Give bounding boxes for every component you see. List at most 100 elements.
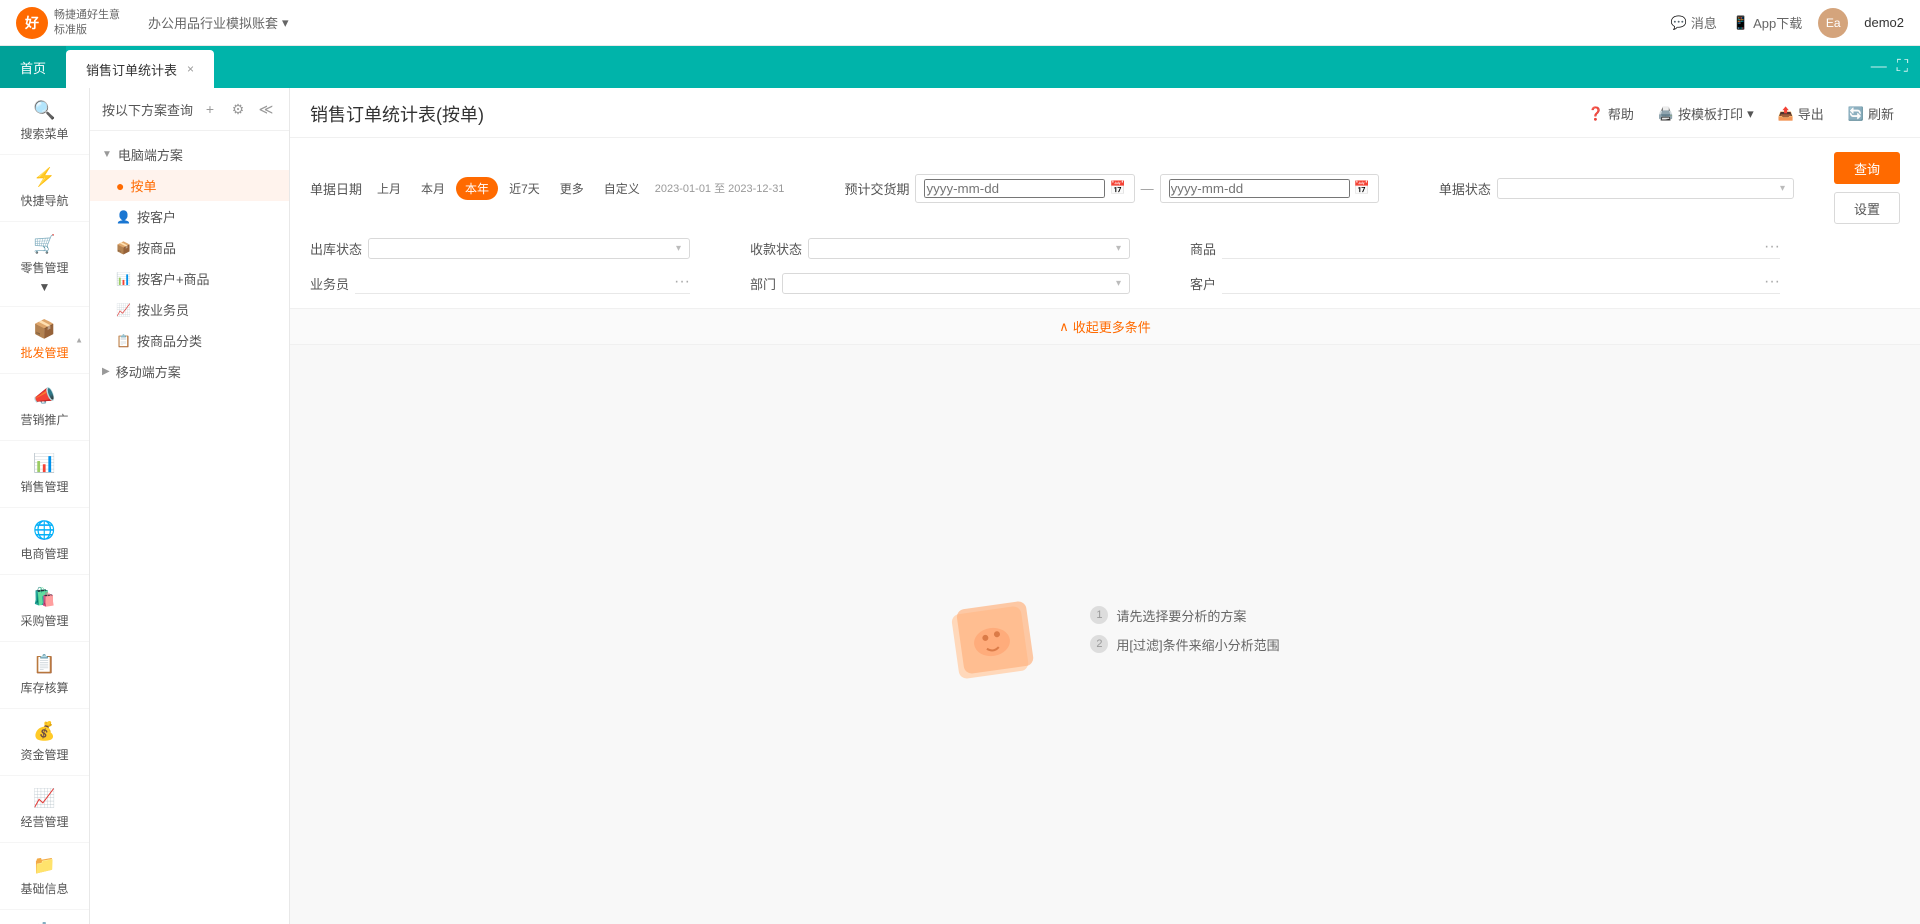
scheme-item-label: 按单 bbox=[130, 176, 156, 195]
scheme-item-by-order[interactable]: ● 按单 bbox=[90, 170, 289, 201]
scheme-item-by-salesperson[interactable]: 📈 按业务员 bbox=[90, 294, 289, 325]
sidebar-item-system[interactable]: ⚙️ 系统管理 bbox=[0, 910, 89, 924]
scheme-item-label: 按客户 bbox=[137, 207, 176, 226]
inventory-icon: 📋 bbox=[33, 654, 55, 675]
calendar-end-icon: 📅 bbox=[1354, 180, 1370, 196]
dept-select[interactable]: ▾ bbox=[782, 273, 1130, 294]
content-area: 按以下方案查询 + ⚙ ≪ ▼ 电脑端方案 ● 按单 bbox=[90, 88, 1920, 924]
empty-hint-1: 1 请先选择要分析的方案 bbox=[1090, 606, 1279, 625]
date-range-display: 2023-01-01 至 2023-12-31 bbox=[655, 180, 785, 196]
refresh-button[interactable]: 🔄 刷新 bbox=[1842, 100, 1900, 127]
export-button[interactable]: 📤 导出 bbox=[1772, 100, 1830, 127]
tab-minimize-icon[interactable]: — bbox=[1871, 58, 1887, 76]
sidebar-item-base-info[interactable]: 📁 基础信息 bbox=[0, 843, 89, 910]
sidebar-item-finance[interactable]: 💰 资金管理 bbox=[0, 709, 89, 776]
date-end-input[interactable] bbox=[1169, 179, 1350, 198]
scheme-item-by-category[interactable]: 📋 按商品分类 bbox=[90, 325, 289, 356]
scheme-group-mobile: ▶ 移动端方案 bbox=[90, 356, 289, 387]
left-panel-header-actions: + ⚙ ≪ bbox=[199, 98, 277, 120]
current-year-btn[interactable]: 本年 bbox=[456, 177, 498, 200]
bill-date-group: 单据日期 上月 本月 本年 近7天 更多 自定义 2023-01-01 至 20… bbox=[310, 177, 784, 200]
sidebar-item-search-menu[interactable]: 🔍 搜索菜单 bbox=[0, 88, 89, 155]
help-button[interactable]: ❓ 帮助 bbox=[1582, 100, 1640, 127]
more-btn[interactable]: 更多 bbox=[551, 177, 593, 200]
by-order-icon: ● bbox=[116, 178, 124, 194]
data-area: 1 请先选择要分析的方案 2 用[过滤]条件来缩小分析范围 bbox=[290, 345, 1920, 924]
sidebar-item-retail[interactable]: 🛒 零售管理 bbox=[0, 222, 89, 307]
logo-text: 畅捷通好生意 标准版 bbox=[54, 8, 120, 37]
logo-symbol: 好 bbox=[25, 13, 39, 33]
user-name[interactable]: demo2 bbox=[1864, 15, 1904, 30]
date-dash: — bbox=[1141, 181, 1154, 196]
sidebar-item-marketing[interactable]: 📣 营销推广 bbox=[0, 374, 89, 441]
out-status-arrow-icon: ▾ bbox=[676, 243, 681, 254]
customer-more-icon[interactable]: ··· bbox=[1764, 273, 1780, 291]
by-product-icon: 📦 bbox=[116, 241, 131, 255]
query-buttons-group: 查询 设置 bbox=[1834, 152, 1900, 224]
refresh-icon: 🔄 bbox=[1848, 106, 1864, 122]
dept-group: 部门 ▾ bbox=[750, 273, 1130, 294]
tab-bar-actions: — ⛶ bbox=[1871, 58, 1920, 76]
by-customer-icon: 👤 bbox=[116, 210, 131, 224]
last7days-btn[interactable]: 近7天 bbox=[500, 177, 549, 200]
scheme-collapse-button[interactable]: ≪ bbox=[255, 98, 277, 120]
date-start-input[interactable] bbox=[924, 179, 1105, 198]
scheme-group-pc: ▼ 电脑端方案 ● 按单 👤 按客户 📦 按商品 bbox=[90, 139, 289, 356]
scheme-item-by-cust-prod[interactable]: 📊 按客户+商品 bbox=[90, 263, 289, 294]
custom-btn[interactable]: 自定义 bbox=[595, 177, 649, 200]
query-button[interactable]: 查询 bbox=[1834, 152, 1900, 184]
scheme-item-by-customer[interactable]: 👤 按客户 bbox=[90, 201, 289, 232]
scheme-group-pc-header[interactable]: ▼ 电脑端方案 bbox=[90, 139, 289, 170]
dept-arrow-icon: ▾ bbox=[1116, 278, 1121, 289]
sidebar-item-inventory[interactable]: 📋 库存核算 bbox=[0, 642, 89, 709]
salesperson-label: 业务员 bbox=[310, 274, 349, 293]
message-button[interactable]: 💬 消息 bbox=[1671, 13, 1717, 32]
sidebar-item-sales[interactable]: 📊 销售管理 bbox=[0, 441, 89, 508]
top-bar-right: 💬 消息 📱 App下载 Ea demo2 bbox=[1671, 8, 1904, 38]
app-title[interactable]: 办公用品行业模拟账套 ▾ bbox=[148, 13, 289, 32]
last-month-btn[interactable]: 上月 bbox=[368, 177, 410, 200]
app-download-button[interactable]: 📱 App下载 bbox=[1733, 13, 1802, 32]
bill-status-group: 单据状态 ▾ bbox=[1439, 178, 1794, 199]
receipt-status-group: 收款状态 ▾ bbox=[750, 238, 1130, 259]
print-arrow-icon: ▾ bbox=[1747, 106, 1754, 122]
scheme-settings-button[interactable]: ⚙ bbox=[227, 98, 249, 120]
expected-date-start[interactable]: 📅 bbox=[915, 174, 1134, 203]
template-print-button[interactable]: 🖨️ 按模板打印 ▾ bbox=[1652, 100, 1760, 127]
sidebar-item-operations[interactable]: 📈 经营管理 bbox=[0, 776, 89, 843]
scheme-group-mobile-header[interactable]: ▶ 移动端方案 bbox=[90, 356, 289, 387]
add-scheme-button[interactable]: + bbox=[199, 98, 221, 120]
tab-maximize-icon[interactable]: ⛶ bbox=[1897, 58, 1908, 76]
sales-icon: 📊 bbox=[33, 453, 55, 474]
sidebar-item-ecommerce[interactable]: 🌐 电商管理 bbox=[0, 508, 89, 575]
scheme-item-label: 按商品分类 bbox=[137, 331, 202, 350]
receipt-status-select[interactable]: ▾ bbox=[808, 238, 1130, 259]
expected-date-end[interactable]: 📅 bbox=[1160, 174, 1379, 203]
out-status-group: 出库状态 ▾ bbox=[310, 238, 690, 259]
sidebar-item-wholesale[interactable]: 📦 批发管理 bbox=[0, 307, 89, 374]
out-status-select[interactable]: ▾ bbox=[368, 238, 690, 259]
sidebar-item-quick-nav[interactable]: ⚡ 快捷导航 bbox=[0, 155, 89, 222]
sidebar-item-purchase[interactable]: 🛍️ 采购管理 bbox=[0, 575, 89, 642]
logo-area: 好 畅捷通好生意 标准版 bbox=[16, 7, 120, 39]
by-salesperson-icon: 📈 bbox=[116, 303, 131, 317]
this-month-btn[interactable]: 本月 bbox=[412, 177, 454, 200]
salesperson-more-icon[interactable]: ··· bbox=[674, 273, 690, 291]
page-actions: ❓ 帮助 🖨️ 按模板打印 ▾ 📤 导出 🔄 刷新 bbox=[1582, 100, 1900, 127]
by-cust-prod-icon: 📊 bbox=[116, 272, 131, 286]
empty-hint-2: 2 用[过滤]条件来缩小分析范围 bbox=[1090, 635, 1279, 654]
tab-home[interactable]: 首页 bbox=[0, 46, 66, 88]
by-category-icon: 📋 bbox=[116, 334, 131, 348]
pc-group-label: 电脑端方案 bbox=[118, 145, 183, 164]
mobile-group-toggle-icon: ▶ bbox=[102, 366, 110, 377]
collapse-bar[interactable]: ∧ 收起更多条件 bbox=[290, 309, 1920, 345]
settings-button[interactable]: 设置 bbox=[1834, 192, 1900, 224]
bill-status-select[interactable]: ▾ bbox=[1497, 178, 1794, 199]
tab-close-icon[interactable]: × bbox=[187, 62, 194, 76]
scheme-item-label: 按商品 bbox=[137, 238, 176, 257]
tab-sales-stats[interactable]: 销售订单统计表 × bbox=[66, 50, 214, 88]
scheme-item-by-product[interactable]: 📦 按商品 bbox=[90, 232, 289, 263]
avatar[interactable]: Ea bbox=[1818, 8, 1848, 38]
print-icon: 🖨️ bbox=[1658, 106, 1674, 122]
product-more-icon[interactable]: ··· bbox=[1764, 238, 1780, 256]
